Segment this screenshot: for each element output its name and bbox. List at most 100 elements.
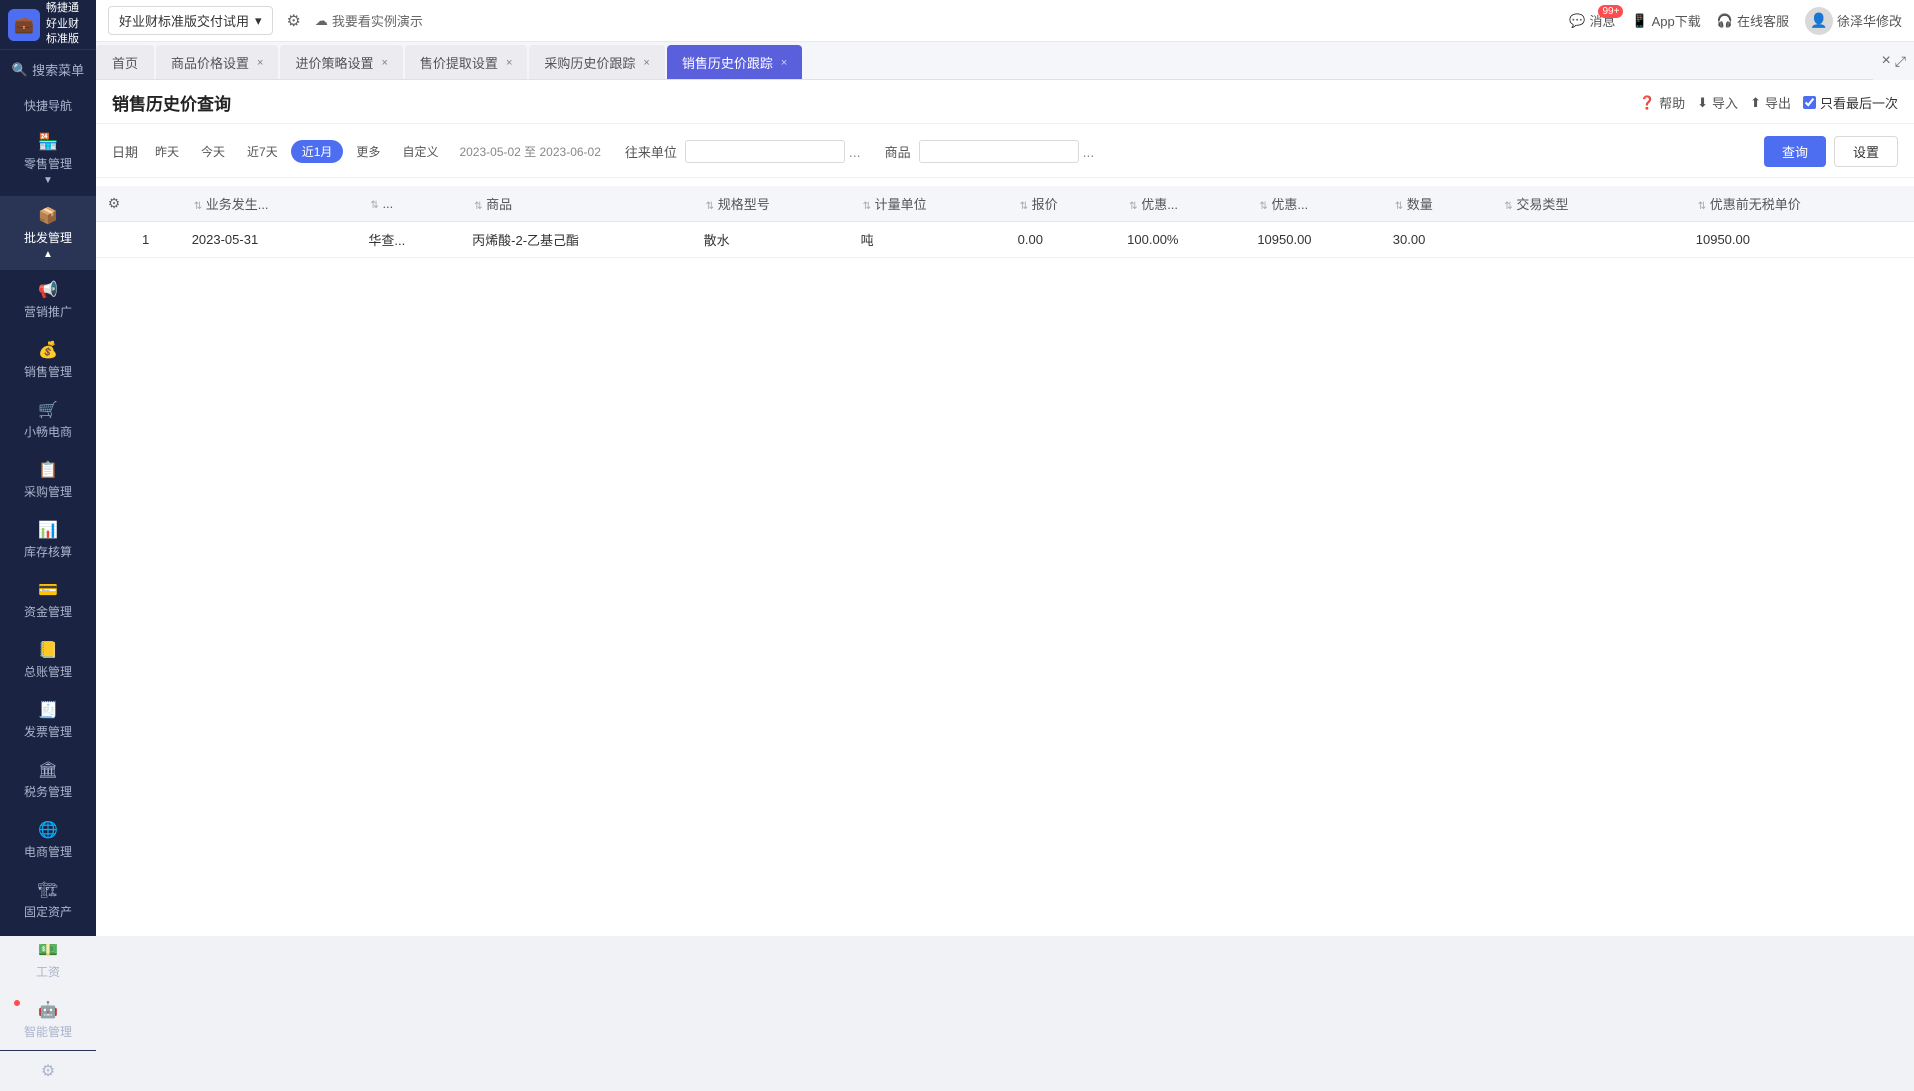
sidebar-quick-nav[interactable]: 快捷导航 [0,89,96,122]
td-unit: 吨 [851,222,1008,258]
th-more[interactable]: ⇅ ... [358,186,462,222]
query-button[interactable]: 查询 [1764,136,1826,167]
sort-icon-product: ⇅ [474,201,482,212]
date-btn-more[interactable]: 更多 [347,140,389,163]
ecommerce-small-icon: 🛒 [38,400,58,420]
customer-dots[interactable]: ... [849,144,861,160]
message-badge: 99+ [1598,5,1623,18]
date-btn-custom[interactable]: 自定义 [393,140,447,163]
sidebar-item-inventory[interactable]: 📊 库存核算 [0,510,96,570]
sidebar-item-invoice[interactable]: 🧾 发票管理 [0,690,96,750]
date-btn-last1month[interactable]: 近1月 [291,140,344,163]
tab-close-sale-price[interactable]: × [506,57,512,69]
th-trade-type[interactable]: ⇅ 交易类型 [1492,186,1649,222]
th-discount2[interactable]: ⇅ 优惠... [1247,186,1382,222]
td-gear [96,222,132,258]
sidebar-item-ecommerce[interactable]: 🌐 电商管理 [0,810,96,870]
sidebar-item-ai[interactable]: 🤖 智能管理 [0,990,96,1050]
ai-icon: 🤖 [38,1000,58,1020]
help-icon: ❓ [1639,95,1655,111]
th-discount1[interactable]: ⇅ 优惠... [1117,186,1247,222]
product-dots[interactable]: ... [1083,144,1095,160]
user-menu[interactable]: 👤 徐泽华修改 [1805,7,1902,35]
sidebar-item-finance[interactable]: 💳 资金管理 [0,570,96,630]
sidebar-item-retail[interactable]: 🏪 零售管理 ▼ [0,122,96,196]
sidebar: 💼 畅捷通好业财 标准版 🔍 搜索菜单 快捷导航 🏪 零售管理 ▼ 📦 批发管理… [0,0,96,936]
sidebar-item-ecommerce-small[interactable]: 🛒 小畅电商 [0,390,96,450]
retail-icon: 🏪 [38,132,58,152]
app-download-button[interactable]: 📱 App下载 [1631,11,1700,30]
tab-close-all-icon[interactable]: × [1881,52,1890,70]
th-unit[interactable]: ⇅ 计量单位 [851,186,1008,222]
tab-sales-history[interactable]: 销售历史价跟踪 × [667,45,802,79]
customer-input[interactable] [685,140,845,163]
sidebar-search[interactable]: 🔍 搜索菜单 [0,50,96,89]
th-product[interactable]: ⇅ 商品 [462,186,694,222]
date-btn-last7[interactable]: 近7天 [238,140,287,163]
sidebar-item-wholesale[interactable]: 📦 批发管理 ▲ [0,196,96,270]
only-last-input[interactable] [1803,96,1816,109]
td-spec: 散水 [694,222,851,258]
td-spacer [1649,222,1685,258]
message-button[interactable]: 💬 消息 99+ [1569,11,1615,30]
tab-close-price[interactable]: × [257,57,263,69]
tab-price-settings[interactable]: 商品价格设置 × [156,45,278,79]
td-discount2: 10950.00 [1247,222,1382,258]
gear-icon[interactable]: ⚙ [108,195,121,211]
sidebar-item-tax[interactable]: 🏛 税务管理 [0,750,96,810]
date-label: 日期 [112,142,138,161]
tab-close-strategy[interactable]: × [381,57,387,69]
tab-close-sales-history[interactable]: × [781,57,787,69]
th-price[interactable]: ⇅ 报价 [1008,186,1118,222]
page-header: 销售历史价查询 ❓ 帮助 ⬇ 导入 ⬆ 导出 只看最后一次 [96,80,1914,124]
customer-input-group: ... [685,140,861,163]
sidebar-item-sales[interactable]: 💰 销售管理 [0,330,96,390]
th-quantity[interactable]: ⇅ 数量 [1383,186,1493,222]
logo-icon: 💼 [8,9,40,41]
sidebar-item-assets[interactable]: 🏗 固定资产 [0,870,96,930]
import-button[interactable]: ⬇ 导入 [1697,93,1738,112]
sidebar-settings-button[interactable]: ⚙ [0,1050,96,1091]
sort-icon-unit: ⇅ [863,201,871,212]
product-input[interactable] [919,140,1079,163]
sort-icon-spec: ⇅ [706,201,714,212]
product-filter-row: 商品 ... [885,140,1095,163]
tab-strategy-settings[interactable]: 进价策略设置 × [280,45,402,79]
sidebar-item-ledger[interactable]: 📒 总账管理 [0,630,96,690]
sidebar-item-salary[interactable]: 💵 工资 [0,930,96,990]
inventory-icon: 📊 [38,520,58,540]
date-btn-yesterday[interactable]: 昨天 [146,140,188,163]
sort-icon-quantity: ⇅ [1395,201,1403,212]
only-last-checkbox[interactable]: 只看最后一次 [1803,93,1898,112]
td-business-date: 2023-05-31 [182,222,359,258]
sidebar-item-purchase[interactable]: 📋 采购管理 [0,450,96,510]
tab-expand-icon[interactable]: ⤢ [1895,53,1906,70]
sort-icon-pretax: ⇅ [1698,201,1706,212]
export-button[interactable]: ⬆ 导出 [1750,93,1791,112]
date-btn-today[interactable]: 今天 [192,140,234,163]
topbar-settings-icon[interactable]: ⚙ [283,7,305,35]
logo-text: 畅捷通好业财 标准版 [46,1,88,47]
filter-actions: 查询 设置 [1764,136,1898,167]
assets-icon: 🏗 [38,880,58,900]
tab-close-purchase-history[interactable]: × [643,57,649,69]
tabs-bar: 首页 商品价格设置 × 进价策略设置 × 售价提取设置 × 采购历史价跟踪 × … [96,42,1914,80]
th-pretax-price[interactable]: ⇅ 优惠前无税单价 [1686,186,1914,222]
tab-sale-price-settings[interactable]: 售价提取设置 × [405,45,527,79]
sidebar-logo: 💼 畅捷通好业财 标准版 [0,0,96,50]
tab-purchase-history[interactable]: 采购历史价跟踪 × [529,45,664,79]
date-filter-row: 日期 昨天 今天 近7天 近1月 更多 自定义 2023-05-02 至 202… [112,140,601,163]
th-business-date[interactable]: ⇅ 业务发生... [182,186,359,222]
sort-icon-more: ⇅ [370,200,378,211]
td-price: 0.00 [1008,222,1118,258]
th-spec[interactable]: ⇅ 规格型号 [694,186,851,222]
online-service-button[interactable]: 🎧 在线客服 [1717,11,1789,30]
product-label: 商品 [885,142,911,161]
page-title: 销售历史价查询 [112,90,231,115]
tab-home[interactable]: 首页 [96,45,154,79]
app-selector[interactable]: 好业财标准版交付试用 ▾ [108,6,273,35]
settings-button[interactable]: 设置 [1834,136,1898,167]
demo-button[interactable]: ☁ 我要看实例演示 [315,11,423,30]
sidebar-item-marketing[interactable]: 📢 营销推广 [0,270,96,330]
help-button[interactable]: ❓ 帮助 [1639,93,1685,112]
